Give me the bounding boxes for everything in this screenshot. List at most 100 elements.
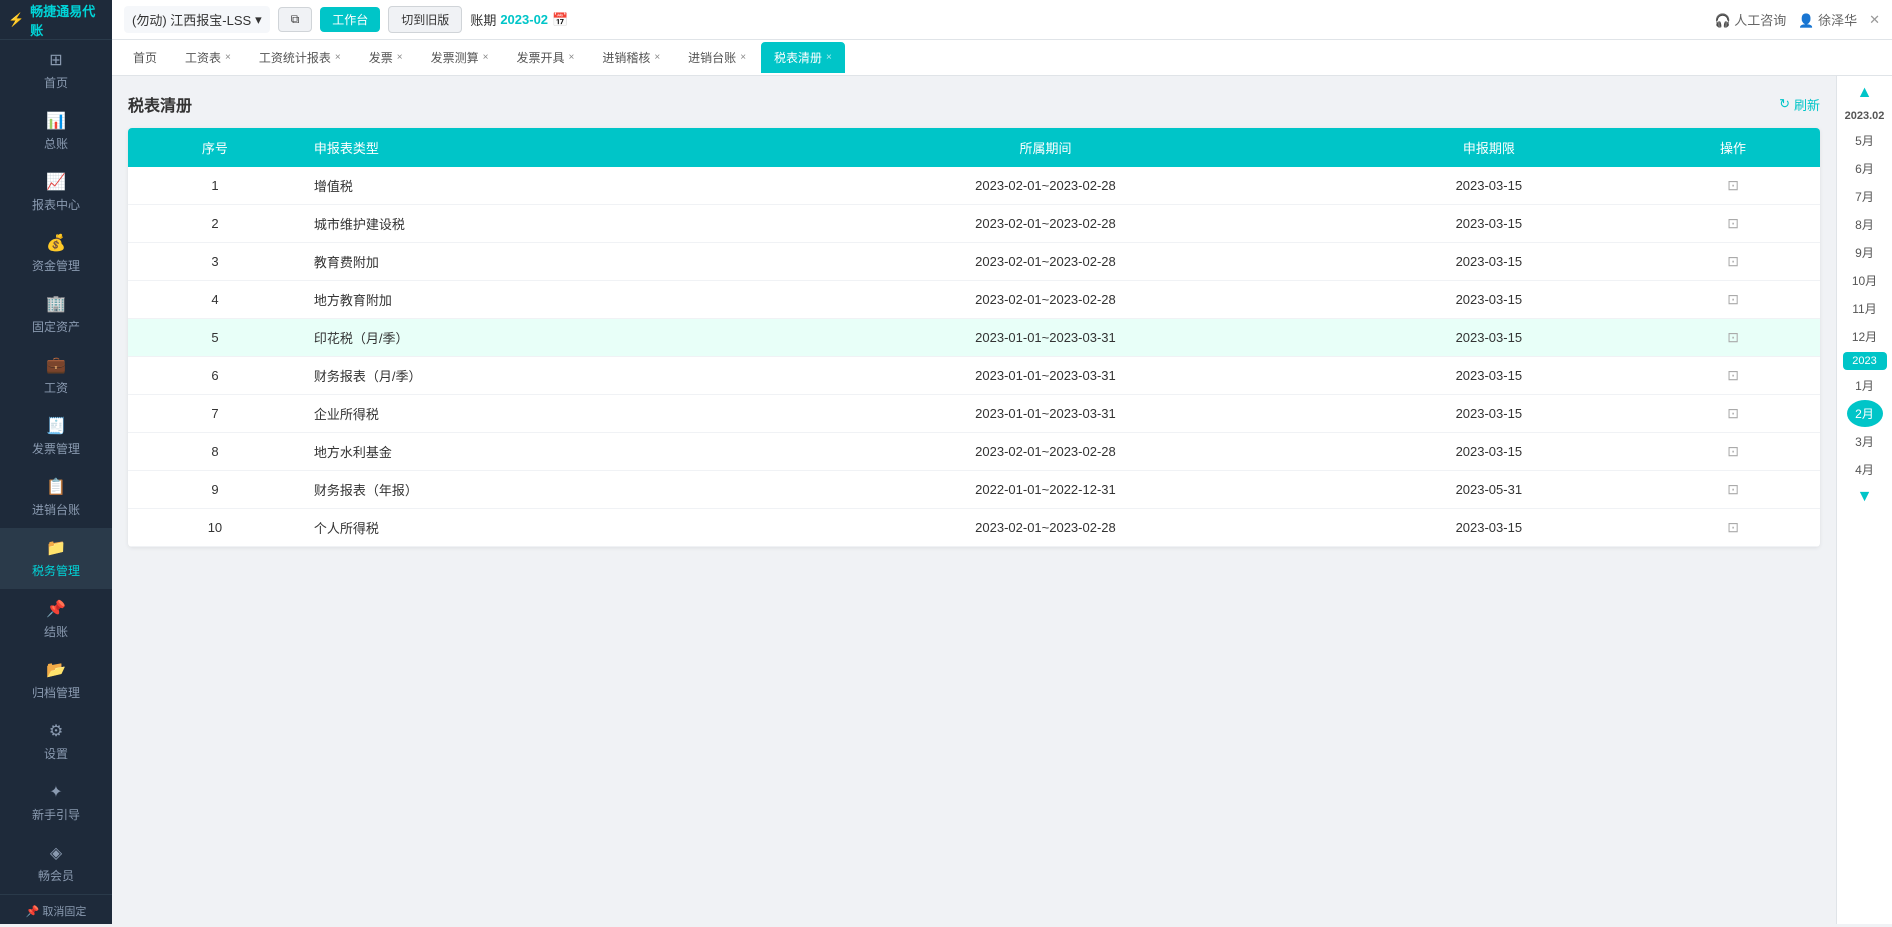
tab-close-invoice-calc[interactable]: ×	[483, 52, 489, 63]
year-2023-tag[interactable]: 2023	[1843, 352, 1887, 370]
cell-no: 4	[128, 281, 302, 319]
tab-close-purchase-check[interactable]: ×	[654, 52, 660, 63]
month-item-12月[interactable]: 12月	[1843, 323, 1887, 350]
action-icon[interactable]: ⊡	[1727, 443, 1739, 459]
cell-type: 财务报表（月/季）	[302, 357, 760, 395]
sidebar-item-archive[interactable]: 📂 归档管理	[0, 650, 112, 711]
sidebar-item-report[interactable]: 📈 报表中心	[0, 162, 112, 223]
month-item-8月[interactable]: 8月	[1843, 211, 1887, 238]
tab-label-salary: 工资表	[185, 49, 221, 66]
action-icon[interactable]: ⊡	[1727, 291, 1739, 307]
sidebar-item-invoice-mgmt[interactable]: 🧾 发票管理	[0, 406, 112, 467]
month-item-10月[interactable]: 10月	[1843, 267, 1887, 294]
cell-action[interactable]: ⊡	[1646, 357, 1820, 395]
month-item-2月[interactable]: 2月	[1847, 400, 1883, 427]
action-icon[interactable]: ⊡	[1727, 329, 1739, 345]
sidebar-item-vip[interactable]: ◈ 畅会员	[0, 833, 112, 894]
cell-action[interactable]: ⊡	[1646, 395, 1820, 433]
topbar: (勿动) 江西报宝-LSS ▾ ⧉ 工作台 切到旧版 账期 2023-02 📅 …	[112, 0, 1892, 40]
cell-action[interactable]: ⊡	[1646, 319, 1820, 357]
tab-invoice-open[interactable]: 发票开具×	[503, 42, 587, 73]
refresh-button[interactable]: ↻ 刷新	[1779, 95, 1820, 114]
archive-icon: 📂	[46, 660, 66, 680]
tab-close-tax-clear[interactable]: ×	[826, 52, 832, 63]
refresh-icon: ↻	[1779, 96, 1790, 112]
sidebar-label-fixed-assets: 固定资产	[32, 318, 80, 335]
company-selector[interactable]: (勿动) 江西报宝-LSS ▾	[124, 6, 270, 33]
close-window-button[interactable]: ✕	[1869, 12, 1880, 28]
sidebar-item-tax[interactable]: 📁 税务管理	[0, 528, 112, 589]
cell-period: 2023-02-01~2023-02-28	[759, 167, 1331, 205]
tab-label-invoice-calc: 发票测算	[431, 49, 479, 66]
cell-action[interactable]: ⊡	[1646, 205, 1820, 243]
sidebar-item-salary[interactable]: 💼 工资	[0, 345, 112, 406]
month-item-1月[interactable]: 1月	[1843, 372, 1887, 399]
tab-tax-clear[interactable]: 税表清册×	[761, 42, 845, 73]
user-menu[interactable]: 👤 徐泽华	[1798, 10, 1857, 29]
sidebar-label-general: 总账	[44, 135, 68, 152]
action-icon[interactable]: ⊡	[1727, 405, 1739, 421]
sidebar-item-settings[interactable]: ⚙ 设置	[0, 711, 112, 772]
sidebar-item-guide[interactable]: ✦ 新手引导	[0, 772, 112, 833]
unpin-button[interactable]: 📌 取消固定	[0, 894, 112, 927]
calendar-icon[interactable]: 📅	[552, 12, 568, 28]
action-icon[interactable]: ⊡	[1727, 253, 1739, 269]
period-display: 账期 2023-02 📅	[470, 10, 568, 29]
tab-invoice[interactable]: 发票×	[356, 42, 416, 73]
copy-button[interactable]: ⧉	[278, 7, 313, 32]
sidebar-item-fixed-assets[interactable]: 🏢 固定资产	[0, 284, 112, 345]
tab-close-salary[interactable]: ×	[225, 52, 231, 63]
action-icon[interactable]: ⊡	[1727, 481, 1739, 497]
tab-salary-report[interactable]: 工资统计报表×	[246, 42, 354, 73]
avatar-icon: 👤	[1798, 13, 1814, 28]
workstation-button[interactable]: 工作台	[320, 7, 380, 32]
month-item-9月[interactable]: 9月	[1843, 239, 1887, 266]
tab-label-home: 首页	[133, 49, 157, 66]
year-up-arrow[interactable]: ▲	[1853, 80, 1877, 106]
cell-deadline: 2023-03-15	[1332, 319, 1647, 357]
tax-icon: 📁	[46, 538, 66, 558]
sidebar-item-general[interactable]: 📊 总账	[0, 101, 112, 162]
action-icon[interactable]: ⊡	[1727, 367, 1739, 383]
tab-close-invoice[interactable]: ×	[397, 52, 403, 63]
action-icon[interactable]: ⊡	[1727, 177, 1739, 193]
cell-action[interactable]: ⊡	[1646, 433, 1820, 471]
tab-close-purchase-account[interactable]: ×	[740, 52, 746, 63]
switch-old-button[interactable]: 切到旧版	[388, 6, 462, 33]
tab-home[interactable]: 首页	[120, 42, 170, 73]
sidebar-item-close[interactable]: 📌 结账	[0, 589, 112, 650]
sidebar-item-home[interactable]: ⊞ 首页	[0, 40, 112, 101]
tab-invoice-calc[interactable]: 发票测算 ×	[418, 42, 502, 73]
month-item-5月[interactable]: 5月	[1843, 127, 1887, 154]
cell-no: 7	[128, 395, 302, 433]
tab-purchase-check[interactable]: 进销稽核×	[589, 42, 673, 73]
cell-action[interactable]: ⊡	[1646, 243, 1820, 281]
month-item-6月[interactable]: 6月	[1843, 155, 1887, 182]
pin-icon: 📌	[26, 906, 40, 918]
ai-consult-button[interactable]: 🎧 人工咨询	[1714, 10, 1786, 29]
cell-action[interactable]: ⊡	[1646, 281, 1820, 319]
table-row: 7 企业所得税 2023-01-01~2023-03-31 2023-03-15…	[128, 395, 1820, 433]
tab-close-invoice-open[interactable]: ×	[568, 52, 574, 63]
cell-type: 印花税（月/季）	[302, 319, 760, 357]
sidebar-label-guide: 新手引导	[32, 806, 80, 823]
cell-deadline: 2023-03-15	[1332, 281, 1647, 319]
cell-period: 2022-01-01~2022-12-31	[759, 471, 1331, 509]
month-item-7月[interactable]: 7月	[1843, 183, 1887, 210]
month-item-4月[interactable]: 4月	[1843, 456, 1887, 483]
action-icon[interactable]: ⊡	[1727, 519, 1739, 535]
month-item-11月[interactable]: 11月	[1843, 295, 1887, 322]
page-header: 税表清册 ↻ 刷新	[128, 92, 1820, 116]
action-icon[interactable]: ⊡	[1727, 215, 1739, 231]
sidebar-item-fund[interactable]: 💰 资金管理	[0, 223, 112, 284]
tab-salary[interactable]: 工资表 ×	[172, 42, 244, 73]
year-down-arrow[interactable]: ▼	[1853, 484, 1877, 510]
tab-close-salary-report[interactable]: ×	[335, 52, 341, 63]
month-item-3月[interactable]: 3月	[1843, 428, 1887, 455]
cell-action[interactable]: ⊡	[1646, 509, 1820, 547]
cell-action[interactable]: ⊡	[1646, 471, 1820, 509]
tab-purchase-account[interactable]: 进销台账×	[675, 42, 759, 73]
cell-action[interactable]: ⊡	[1646, 167, 1820, 205]
sidebar-item-purchase[interactable]: 📋 进销台账	[0, 467, 112, 528]
cell-period: 2023-02-01~2023-02-28	[759, 281, 1331, 319]
